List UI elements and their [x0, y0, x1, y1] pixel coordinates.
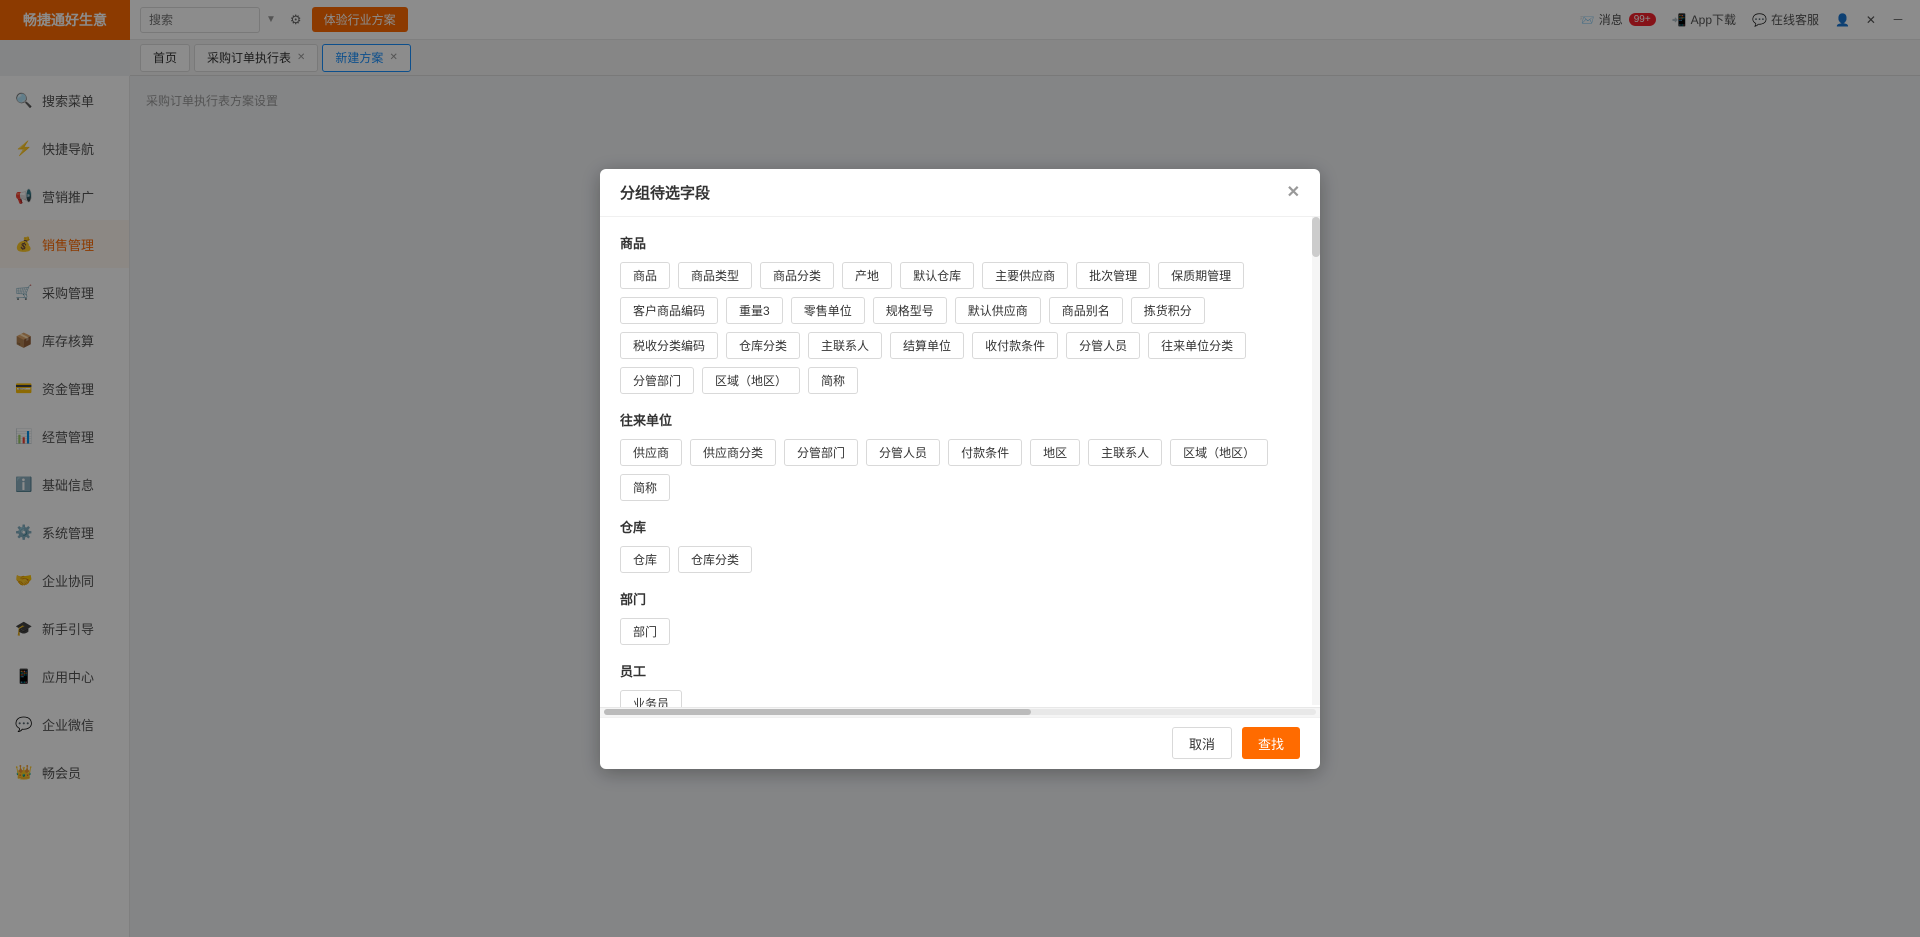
modal-header: 分组待选字段 ✕: [600, 169, 1320, 217]
field-tag-0-11[interactable]: 规格型号: [873, 297, 947, 324]
modal-footer: 取消 查找: [600, 717, 1320, 769]
modal-overlay: 分组待选字段 ✕ 商品商品商品类型商品分类产地默认仓库主要供应商批次管理保质期管…: [0, 0, 1920, 937]
field-tag-0-13[interactable]: 商品别名: [1049, 297, 1123, 324]
field-section-0: 商品商品商品类型商品分类产地默认仓库主要供应商批次管理保质期管理客户商品编码重量…: [620, 233, 1300, 394]
field-tag-0-24[interactable]: 简称: [808, 367, 858, 394]
field-tag-1-4[interactable]: 付款条件: [948, 439, 1022, 466]
field-tag-0-20[interactable]: 分管人员: [1066, 332, 1140, 359]
scrollbar-thumb: [604, 709, 1031, 715]
field-tag-1-5[interactable]: 地区: [1030, 439, 1080, 466]
modal-close-button[interactable]: ✕: [1287, 182, 1300, 202]
field-tag-0-14[interactable]: 拣货积分: [1131, 297, 1205, 324]
field-tag-0-4[interactable]: 默认仓库: [900, 262, 974, 289]
section-title-4: 员工: [620, 661, 1300, 680]
field-tag-1-3[interactable]: 分管人员: [866, 439, 940, 466]
field-tag-0-1[interactable]: 商品类型: [678, 262, 752, 289]
field-tag-0-12[interactable]: 默认供应商: [955, 297, 1041, 324]
field-tag-0-21[interactable]: 往来单位分类: [1148, 332, 1246, 359]
field-tag-1-2[interactable]: 分管部门: [784, 439, 858, 466]
field-tag-0-0[interactable]: 商品: [620, 262, 670, 289]
modal: 分组待选字段 ✕ 商品商品商品类型商品分类产地默认仓库主要供应商批次管理保质期管…: [600, 169, 1320, 769]
field-tags-0: 商品商品类型商品分类产地默认仓库主要供应商批次管理保质期管理客户商品编码重量3 零…: [620, 262, 1300, 394]
field-tag-0-3[interactable]: 产地: [842, 262, 892, 289]
confirm-button[interactable]: 查找: [1242, 727, 1300, 759]
field-tag-1-8[interactable]: 简称: [620, 474, 670, 501]
field-tag-4-0[interactable]: 业务员: [620, 690, 682, 708]
cancel-button[interactable]: 取消: [1172, 727, 1232, 759]
field-section-1: 往来单位供应商供应商分类分管部门分管人员付款条件地区主联系人区域（地区） 简称: [620, 410, 1300, 501]
field-tag-1-6[interactable]: 主联系人: [1088, 439, 1162, 466]
field-section-3: 部门部门: [620, 589, 1300, 645]
field-tags-1: 供应商供应商分类分管部门分管人员付款条件地区主联系人区域（地区） 简称: [620, 439, 1300, 501]
modal-body: 商品商品商品类型商品分类产地默认仓库主要供应商批次管理保质期管理客户商品编码重量…: [600, 217, 1320, 708]
field-tag-0-8[interactable]: 客户商品编码: [620, 297, 718, 324]
field-tag-0-7[interactable]: 保质期管理: [1158, 262, 1244, 289]
field-tags-3: 部门: [620, 618, 1300, 645]
section-title-2: 仓库: [620, 517, 1300, 536]
field-tag-0-16[interactable]: 仓库分类: [726, 332, 800, 359]
field-section-4: 员工业务员: [620, 661, 1300, 708]
field-tag-0-18[interactable]: 结算单位: [890, 332, 964, 359]
field-tag-2-1[interactable]: 仓库分类: [678, 546, 752, 573]
section-title-1: 往来单位: [620, 410, 1300, 429]
field-tag-0-5[interactable]: 主要供应商: [982, 262, 1068, 289]
field-tag-0-17[interactable]: 主联系人: [808, 332, 882, 359]
field-tags-4: 业务员: [620, 690, 1300, 708]
modal-title: 分组待选字段: [620, 182, 710, 203]
field-tag-1-7[interactable]: 区域（地区）: [1170, 439, 1268, 466]
field-tags-2: 仓库仓库分类: [620, 546, 1300, 573]
field-tag-0-15[interactable]: 税收分类编码: [620, 332, 718, 359]
field-tag-0-19[interactable]: 收付款条件: [972, 332, 1058, 359]
field-tag-1-1[interactable]: 供应商分类: [690, 439, 776, 466]
section-title-3: 部门: [620, 589, 1300, 608]
field-tag-0-6[interactable]: 批次管理: [1076, 262, 1150, 289]
field-tag-0-10[interactable]: 零售单位: [791, 297, 865, 324]
field-section-2: 仓库仓库仓库分类: [620, 517, 1300, 573]
field-tag-0-2[interactable]: 商品分类: [760, 262, 834, 289]
right-scroll-track: [1312, 217, 1320, 705]
field-tag-2-0[interactable]: 仓库: [620, 546, 670, 573]
field-tag-1-0[interactable]: 供应商: [620, 439, 682, 466]
section-title-0: 商品: [620, 233, 1300, 252]
modal-scrollbar[interactable]: [600, 707, 1320, 716]
field-tag-3-0[interactable]: 部门: [620, 618, 670, 645]
scrollbar-track: [604, 709, 1316, 715]
right-scroll-thumb: [1312, 217, 1320, 257]
field-tag-0-9[interactable]: 重量3: [726, 297, 783, 324]
field-tag-0-22[interactable]: 分管部门: [620, 367, 694, 394]
field-tag-0-23[interactable]: 区域（地区）: [702, 367, 800, 394]
modal-right-scrollbar[interactable]: [1312, 217, 1320, 705]
